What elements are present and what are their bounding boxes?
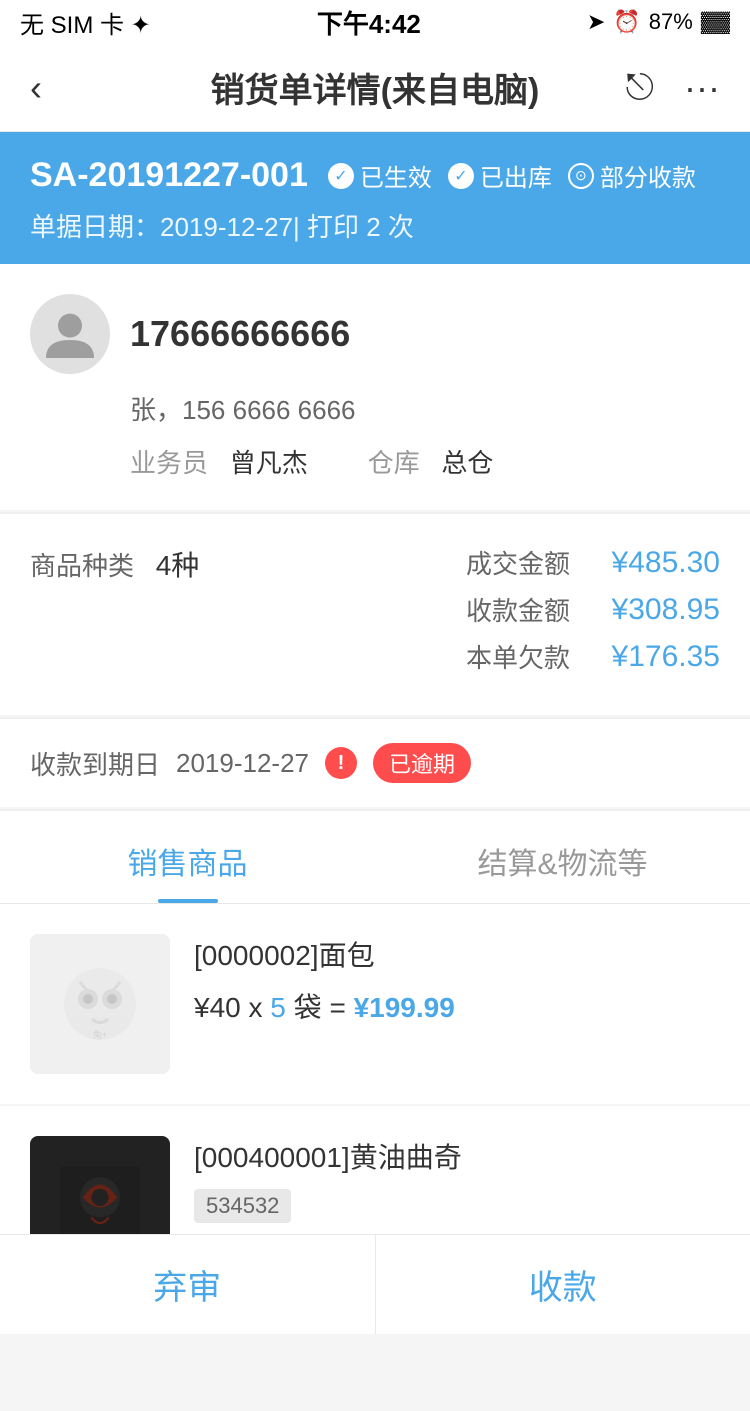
overdue-badge: 已逾期 bbox=[373, 743, 471, 783]
status-badges: ✓ 已生效 ✓ 已出库 ⊙ 部分收款 bbox=[328, 158, 696, 193]
status-bar: 无 SIM 卡 ✦ 下午4:42 ➤ ⏰ 87% ▓▓ bbox=[0, 0, 750, 44]
product-total-1: ¥199.99 bbox=[354, 992, 455, 1023]
product-type-count: 4种 bbox=[156, 550, 200, 581]
order-number: SA-20191227-001 bbox=[30, 156, 308, 195]
owed-label: 本单欠款 bbox=[466, 638, 570, 675]
clock-icon: ⊙ bbox=[568, 163, 594, 189]
received-amount-row: 收款金额 ¥308.95 bbox=[466, 591, 720, 628]
summary-grid: 商品种类 4种 成交金额 ¥485.30 收款金额 ¥308.95 本单欠款 ¥… bbox=[30, 544, 720, 685]
customer-contact: 张，156 6666 6666 bbox=[130, 390, 720, 427]
sim-text: 无 SIM 卡 ✦ bbox=[20, 5, 151, 40]
back-button[interactable]: ‹ bbox=[30, 67, 42, 109]
product-name-2: [000400001]黄油曲奇 bbox=[194, 1136, 720, 1176]
received-label: 收款金额 bbox=[466, 591, 570, 628]
deal-amount-value: ¥485.30 bbox=[590, 546, 720, 580]
status-left: 无 SIM 卡 ✦ bbox=[20, 5, 151, 40]
product-qty-1: 5 bbox=[270, 992, 286, 1023]
date-label: 单据日期： bbox=[30, 212, 160, 242]
battery-icon: ▓▓ bbox=[701, 11, 730, 34]
due-date-value: 2019-12-27 bbox=[176, 748, 309, 779]
order-header: SA-20191227-001 ✓ 已生效 ✓ 已出库 ⊙ 部分收款 单据日期：… bbox=[0, 132, 750, 264]
nav-actions: ⎋ ··· bbox=[626, 66, 720, 109]
deal-amount-label: 成交金额 bbox=[466, 544, 570, 581]
status-time: 下午4:42 bbox=[317, 4, 421, 41]
avatar bbox=[30, 294, 110, 374]
order-date-value: 2019-12-27 bbox=[160, 212, 293, 242]
received-amount-value: ¥308.95 bbox=[590, 593, 720, 627]
cancel-button[interactable]: 弃审 bbox=[0, 1235, 375, 1334]
product-type-label: 商品种类 bbox=[30, 551, 134, 581]
check-icon-1: ✓ bbox=[328, 163, 354, 189]
more-button[interactable]: ··· bbox=[684, 67, 720, 109]
owed-amount-value: ¥176.35 bbox=[590, 640, 720, 674]
due-date-label: 收款到期日 bbox=[30, 745, 160, 782]
nav-bar: ‹ 销货单详情(来自电脑) ⎋ ··· bbox=[0, 44, 750, 132]
tab-sales[interactable]: 销售商品 bbox=[0, 811, 375, 903]
page-title: 销货单详情(来自电脑) bbox=[211, 63, 540, 112]
check-icon-2: ✓ bbox=[448, 163, 474, 189]
summary-left: 商品种类 4种 bbox=[30, 544, 199, 685]
share-button[interactable]: ⎋ bbox=[626, 66, 654, 109]
order-date-row: 单据日期：2019-12-27| 打印 2 次 bbox=[30, 207, 720, 244]
status-right: ➤ ⏰ 87% ▓▓ bbox=[587, 9, 730, 35]
warehouse-name: 总仓 bbox=[441, 448, 493, 478]
customer-name: 17666666666 bbox=[130, 313, 350, 355]
summary-section: 商品种类 4种 成交金额 ¥485.30 收款金额 ¥308.95 本单欠款 ¥… bbox=[0, 514, 750, 715]
location-icon: ➤ bbox=[587, 9, 605, 35]
owed-amount-row: 本单欠款 ¥176.35 bbox=[466, 638, 720, 675]
customer-info-row: 业务员 曾凡杰 仓库 总仓 bbox=[130, 443, 720, 480]
product-price-1: ¥40 x 5 袋 = ¥199.99 bbox=[194, 986, 720, 1026]
staff-name: 曾凡杰 bbox=[230, 448, 308, 478]
tab-settlement[interactable]: 结算&物流等 bbox=[375, 811, 750, 903]
alarm-icon: ⏰ bbox=[613, 9, 640, 35]
tabs-section: 销售商品 结算&物流等 bbox=[0, 811, 750, 904]
due-section: 收款到期日 2019-12-27 ! 已逾期 bbox=[0, 719, 750, 807]
badge-partial: ⊙ 部分收款 bbox=[568, 158, 696, 193]
product-sku-2: 534532 bbox=[194, 1189, 291, 1223]
customer-section: 17666666666 张，156 6666 6666 业务员 曾凡杰 仓库 总… bbox=[0, 264, 750, 510]
print-text: | 打印 2 次 bbox=[293, 212, 414, 242]
badge-shipped: ✓ 已出库 bbox=[448, 158, 552, 193]
badge-effective: ✓ 已生效 bbox=[328, 158, 432, 193]
svg-text:兔+: 兔+ bbox=[93, 1029, 107, 1040]
list-item: 兔+ [0000002]面包 ¥40 x 5 袋 = ¥199.99 bbox=[0, 904, 750, 1104]
deal-amount-row: 成交金额 ¥485.30 bbox=[466, 544, 720, 581]
staff-label: 业务员 bbox=[130, 448, 208, 478]
bottom-bar: 弃审 收款 bbox=[0, 1234, 750, 1334]
confirm-button[interactable]: 收款 bbox=[375, 1235, 750, 1334]
overdue-icon: ! bbox=[325, 747, 357, 779]
warehouse-label: 仓库 bbox=[368, 448, 420, 478]
product-info-1: [0000002]面包 ¥40 x 5 袋 = ¥199.99 bbox=[194, 934, 720, 1026]
summary-right: 成交金额 ¥485.30 收款金额 ¥308.95 本单欠款 ¥176.35 bbox=[466, 544, 720, 685]
customer-row: 17666666666 bbox=[30, 294, 720, 374]
product-thumbnail-1: 兔+ bbox=[30, 934, 170, 1074]
battery-text: 87% bbox=[649, 9, 693, 35]
product-name-1: [0000002]面包 bbox=[194, 934, 720, 974]
